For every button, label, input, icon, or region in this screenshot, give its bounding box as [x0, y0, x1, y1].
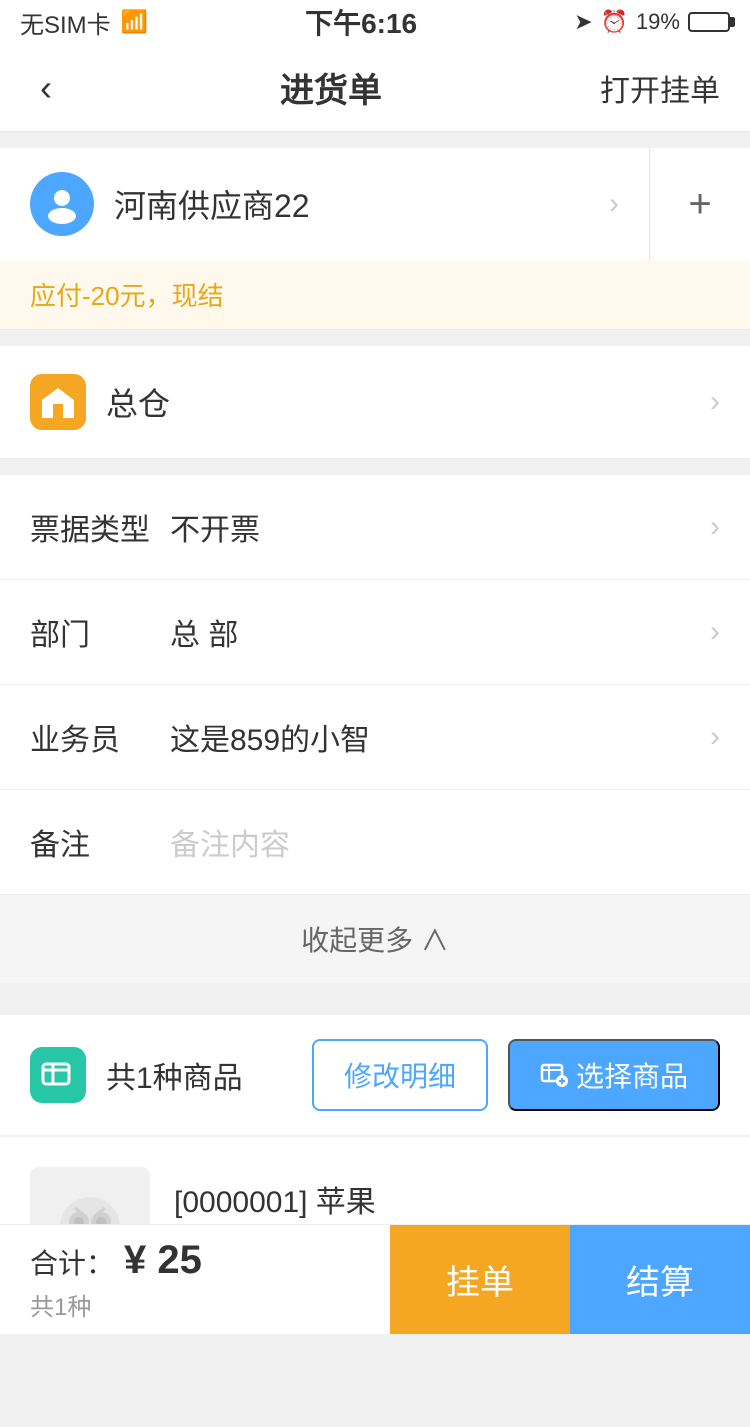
- product-count-icon: [30, 1047, 86, 1103]
- notice-bar: 应付-20元，现结: [0, 260, 750, 330]
- salesperson-chevron-icon: ›: [710, 720, 720, 754]
- total-amount: ¥ 25: [124, 1238, 202, 1283]
- dept-label: 部门: [30, 610, 170, 654]
- warehouse-name: 总仓: [106, 379, 700, 425]
- open-pending-button[interactable]: 打开挂单: [600, 66, 720, 110]
- salesperson-label: 业务员: [30, 715, 170, 759]
- total-label: 合计：: [30, 1242, 114, 1282]
- chevron-right-icon: ›: [609, 187, 619, 221]
- back-button[interactable]: ‹: [30, 57, 62, 119]
- salesperson-row[interactable]: 业务员 这是859的小智 ›: [0, 685, 750, 790]
- remark-input[interactable]: 备注内容: [170, 820, 720, 864]
- dept-value: 总 部: [170, 610, 700, 654]
- remark-row[interactable]: 备注 备注内容: [0, 790, 750, 895]
- edit-detail-button[interactable]: 修改明细: [312, 1039, 488, 1111]
- dept-chevron-icon: ›: [710, 615, 720, 649]
- remark-label: 备注: [30, 820, 170, 864]
- invoice-row[interactable]: 票据类型 不开票 ›: [0, 475, 750, 580]
- warehouse-row[interactable]: 总仓 ›: [0, 346, 750, 459]
- invoice-label: 票据类型: [30, 505, 170, 549]
- warehouse-chevron-icon: ›: [710, 385, 720, 419]
- footer: 合计： ¥ 25 共1种 挂单 结算: [0, 1224, 750, 1334]
- alarm-icon: ⏰: [601, 9, 628, 35]
- top-divider: [0, 132, 750, 148]
- add-supplier-button[interactable]: +: [650, 182, 750, 227]
- supplier-selector[interactable]: 河南供应商22 ›: [0, 148, 650, 260]
- supplier-name: 河南供应商22: [114, 181, 599, 227]
- salesperson-value: 这是859的小智: [170, 715, 700, 759]
- location-icon: ➤: [574, 9, 592, 35]
- pending-button[interactable]: 挂单: [390, 1225, 570, 1334]
- collapse-button[interactable]: 收起更多 ∧: [0, 895, 750, 983]
- status-time: 下午6:16: [305, 2, 417, 42]
- warehouse-icon: [30, 374, 86, 430]
- product-name: [0000001] 苹果: [174, 1177, 636, 1221]
- wifi-icon: 📶: [121, 9, 148, 35]
- battery-percent: 19%: [636, 9, 680, 35]
- status-bar: 无SIM卡 📶 下午6:16 ➤ ⏰ 19%: [0, 0, 750, 44]
- select-product-icon: [540, 1061, 568, 1089]
- form-section: 票据类型 不开票 › 部门 总 部 › 业务员 这是859的小智 › 备注 备注…: [0, 475, 750, 895]
- supplier-section: 河南供应商22 › +: [0, 148, 750, 260]
- battery-icon: [688, 12, 730, 32]
- total-sub: 共1种: [30, 1287, 360, 1322]
- status-left: 无SIM卡 📶: [20, 5, 148, 40]
- product-header: 共1种商品 修改明细 选择商品: [0, 1015, 750, 1135]
- invoice-chevron-icon: ›: [710, 510, 720, 544]
- person-icon: [42, 184, 82, 224]
- divider-3: [0, 983, 750, 999]
- dept-row[interactable]: 部门 总 部 ›: [0, 580, 750, 685]
- total-display: 合计： ¥ 25: [30, 1238, 360, 1283]
- cart-icon: [41, 1058, 75, 1092]
- select-product-label: 选择商品: [576, 1055, 688, 1095]
- product-count-label: 共1种商品: [106, 1053, 292, 1097]
- divider-2: [0, 459, 750, 475]
- divider-1: [0, 330, 750, 346]
- nav-bar: ‹ 进货单 打开挂单: [0, 44, 750, 132]
- footer-total: 合计： ¥ 25 共1种: [0, 1225, 390, 1334]
- sim-text: 无SIM卡: [20, 5, 111, 40]
- invoice-value: 不开票: [170, 505, 700, 549]
- select-product-button[interactable]: 选择商品: [508, 1039, 720, 1111]
- page-title: 进货单: [280, 63, 382, 112]
- checkout-button[interactable]: 结算: [570, 1225, 750, 1334]
- status-right: ➤ ⏰ 19%: [574, 9, 730, 35]
- home-icon: [40, 384, 76, 420]
- supplier-avatar: [30, 172, 94, 236]
